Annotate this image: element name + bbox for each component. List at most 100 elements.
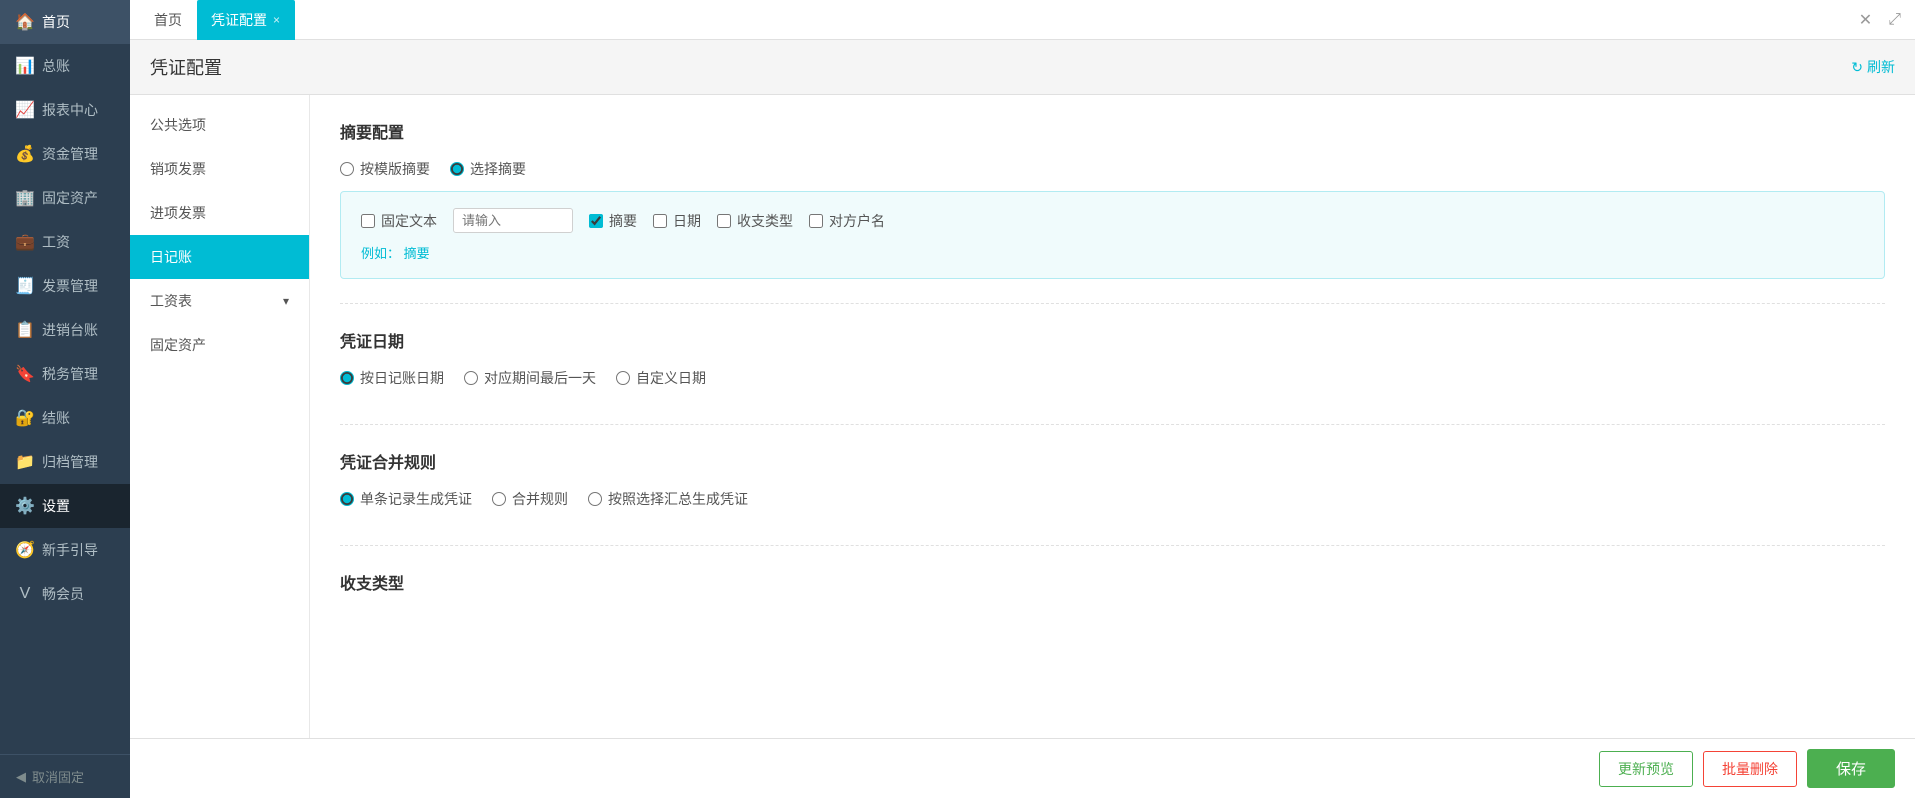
tab-close-voucher-config[interactable]: ×: [273, 13, 280, 27]
sidebar-item-tax[interactable]: 🔖 税务管理: [0, 352, 130, 396]
member-icon: V: [16, 585, 34, 603]
sidebar-item-ledger[interactable]: 📊 总账: [0, 44, 130, 88]
sidebar-item-invoice[interactable]: 🧾 发票管理: [0, 264, 130, 308]
expand-icon-payroll-table: ▾: [283, 294, 289, 308]
merge-single-label: 单条记录生成凭证: [360, 489, 472, 509]
fixed-text-input[interactable]: [453, 208, 573, 233]
close-window-button[interactable]: ✕: [1855, 10, 1876, 30]
sidebar-label-fund: 资金管理: [42, 144, 98, 164]
right-content: 摘要配置 按模版摘要 选择摘要 固定文本: [310, 95, 1915, 738]
summary-template-option[interactable]: 按模版摘要: [340, 159, 430, 179]
counterpart-label: 对方户名: [829, 211, 885, 231]
left-nav-label-purchase-invoice: 进项发票: [150, 203, 206, 223]
save-button[interactable]: 保存: [1807, 749, 1895, 788]
summary-template-label: 按模版摘要: [360, 159, 430, 179]
sidebar-label-payroll: 工资: [42, 232, 70, 252]
left-nav-item-sales-invoice[interactable]: 销项发票: [130, 147, 309, 191]
maximize-window-button[interactable]: ⤢: [1884, 10, 1905, 30]
date-custom-option[interactable]: 自定义日期: [616, 368, 706, 388]
date-checkbox[interactable]: [653, 214, 667, 228]
summary-checkbox[interactable]: [589, 214, 603, 228]
invoice-icon: 🧾: [16, 277, 34, 295]
left-nav-item-public[interactable]: 公共选项: [130, 103, 309, 147]
counterpart-checkbox[interactable]: [809, 214, 823, 228]
fixed-text-option[interactable]: 固定文本: [361, 211, 437, 231]
sidebar-item-archive[interactable]: 📁 归档管理: [0, 440, 130, 484]
tab-actions: ✕ ⤢: [1855, 10, 1905, 30]
merge-rules-title: 凭证合并规则: [340, 449, 1885, 473]
sidebar-item-home[interactable]: 🏠 首页: [0, 0, 130, 44]
sidebar-label-trade: 进销台账: [42, 320, 98, 340]
date-period-last-label: 对应期间最后一天: [484, 368, 596, 388]
sidebar-item-report[interactable]: 📈 报表中心: [0, 88, 130, 132]
merge-summary-label: 按照选择汇总生成凭证: [608, 489, 748, 509]
summary-config-box: 固定文本 摘要 日期 收支类型: [340, 191, 1885, 279]
update-preview-button[interactable]: 更新预览: [1599, 751, 1693, 787]
sidebar-label-settings: 设置: [42, 496, 70, 516]
left-nav-label-sales-invoice: 销项发票: [150, 159, 206, 179]
sidebar-item-guide[interactable]: 🧭 新手引导: [0, 528, 130, 572]
merge-rules-section: 凭证合并规则 单条记录生成凭证 合并规则 按照选择汇总生成凭证: [340, 449, 1885, 546]
example-text: 例如： 摘要: [361, 243, 1864, 262]
home-icon: 🏠: [16, 13, 34, 31]
sidebar-label-ledger: 总账: [42, 56, 70, 76]
fixed-text-checkbox[interactable]: [361, 214, 375, 228]
summary-option[interactable]: 摘要: [589, 211, 637, 231]
sidebar-item-trade[interactable]: 📋 进销台账: [0, 308, 130, 352]
sidebar-item-payroll[interactable]: 💼 工资: [0, 220, 130, 264]
fund-icon: 💰: [16, 145, 34, 163]
tab-voucher-config[interactable]: 凭证配置×: [197, 0, 295, 40]
left-nav-item-purchase-invoice[interactable]: 进项发票: [130, 191, 309, 235]
tax-icon: 🔖: [16, 365, 34, 383]
payroll-icon: 💼: [16, 233, 34, 251]
sidebar-item-fund[interactable]: 💰 资金管理: [0, 132, 130, 176]
date-custom-label: 自定义日期: [636, 368, 706, 388]
payment-type-option[interactable]: 收支类型: [717, 211, 793, 231]
sidebar-item-member[interactable]: V 畅会员: [0, 572, 130, 616]
summary-select-radio[interactable]: [450, 162, 464, 176]
merge-rule-radio[interactable]: [492, 492, 506, 506]
sidebar-label-assets: 固定资产: [42, 188, 98, 208]
sidebar-item-assets[interactable]: 🏢 固定资产: [0, 176, 130, 220]
left-nav-item-journal[interactable]: 日记账: [130, 235, 309, 279]
payment-type-checkbox[interactable]: [717, 214, 731, 228]
unpin-button[interactable]: ◀ 取消固定: [0, 754, 130, 798]
sidebar-label-tax: 税务管理: [42, 364, 98, 384]
summary-select-label: 选择摘要: [470, 159, 526, 179]
batch-delete-button[interactable]: 批量删除: [1703, 751, 1797, 787]
date-period-last-radio[interactable]: [464, 371, 478, 385]
left-nav-label-fixed-assets2: 固定资产: [150, 335, 206, 355]
tab-home[interactable]: 首页: [140, 0, 197, 40]
main-area: 首页凭证配置× ✕ ⤢ 凭证配置 ↻ 刷新 公共选项销项发票进项发票日记账工资表…: [130, 0, 1915, 798]
merge-single-radio[interactable]: [340, 492, 354, 506]
counterpart-option[interactable]: 对方户名: [809, 211, 885, 231]
refresh-button[interactable]: ↻ 刷新: [1851, 57, 1895, 77]
sidebar-item-settings[interactable]: ⚙️ 设置: [0, 484, 130, 528]
date-journal-radio[interactable]: [340, 371, 354, 385]
voucher-date-options: 按日记账日期 对应期间最后一天 自定义日期: [340, 368, 1885, 388]
date-custom-radio[interactable]: [616, 371, 630, 385]
left-nav-item-fixed-assets2[interactable]: 固定资产: [130, 323, 309, 367]
sidebar-label-report: 报表中心: [42, 100, 98, 120]
merge-single-option[interactable]: 单条记录生成凭证: [340, 489, 472, 509]
left-nav-item-payroll-table[interactable]: 工资表▾: [130, 279, 309, 323]
pin-icon: ◀: [16, 769, 26, 785]
fixed-text-label: 固定文本: [381, 211, 437, 231]
bottom-bar: 更新预览 批量删除 保存: [130, 738, 1915, 798]
left-nav-label-public: 公共选项: [150, 115, 206, 135]
merge-rule-option[interactable]: 合并规则: [492, 489, 568, 509]
merge-summary-radio[interactable]: [588, 492, 602, 506]
collection-type-section: 收支类型: [340, 570, 1885, 634]
summary-select-option[interactable]: 选择摘要: [450, 159, 526, 179]
sidebar-label-guide: 新手引导: [42, 540, 98, 560]
voucher-date-title: 凭证日期: [340, 328, 1885, 352]
refresh-label: 刷新: [1867, 57, 1895, 77]
date-journal-option[interactable]: 按日记账日期: [340, 368, 444, 388]
sidebar-label-invoice: 发票管理: [42, 276, 98, 296]
sidebar-item-closing[interactable]: 🔐 结账: [0, 396, 130, 440]
date-option[interactable]: 日期: [653, 211, 701, 231]
summary-template-radio[interactable]: [340, 162, 354, 176]
left-nav-label-journal: 日记账: [150, 247, 192, 267]
merge-summary-option[interactable]: 按照选择汇总生成凭证: [588, 489, 748, 509]
date-period-last-option[interactable]: 对应期间最后一天: [464, 368, 596, 388]
